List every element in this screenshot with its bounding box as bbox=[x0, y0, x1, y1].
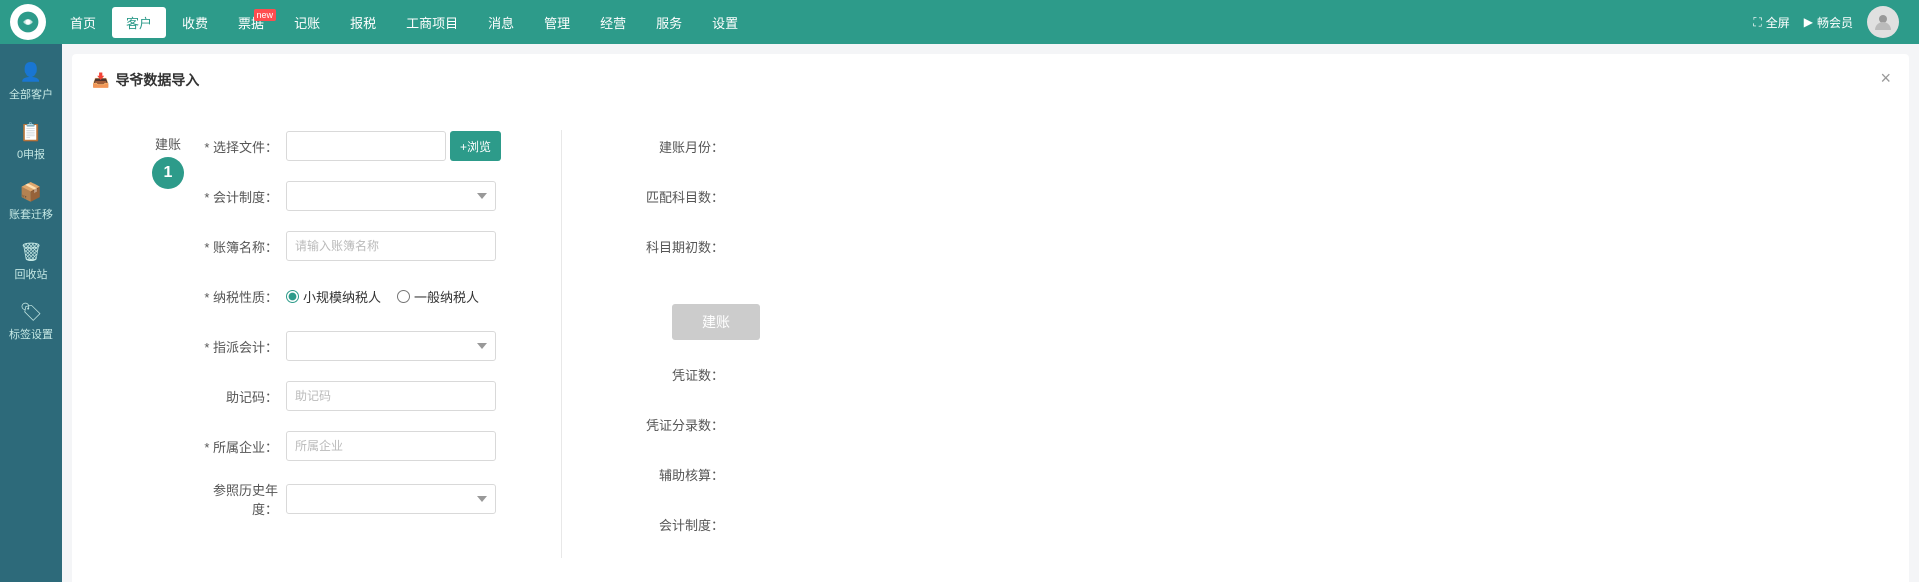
zero-report-icon: 📋 bbox=[20, 122, 42, 143]
tax-type-radio-group: 小规模纳税人 一般纳税人 bbox=[286, 287, 479, 306]
voucher-entries-label: 凭证分录数： bbox=[642, 415, 732, 434]
nav-manage[interactable]: 管理 bbox=[530, 7, 584, 38]
nav-operation[interactable]: 经营 bbox=[586, 7, 640, 38]
voucher-entries-row: 凭证分录数： bbox=[642, 408, 882, 440]
select-file-label: * 选择文件： bbox=[196, 137, 286, 156]
right-accounting-system-row: 会计制度： bbox=[642, 508, 882, 540]
vertical-divider bbox=[561, 130, 562, 558]
tax-general-radio[interactable] bbox=[397, 290, 410, 303]
new-badge: new bbox=[254, 9, 277, 21]
accounting-system-row: * 会计制度： bbox=[196, 180, 501, 212]
nav-customer[interactable]: 客户 bbox=[112, 7, 166, 38]
import-icon: 📥 bbox=[92, 72, 109, 89]
history-year-label: 参照历史年度： bbox=[196, 480, 286, 518]
owner-company-input[interactable] bbox=[286, 431, 496, 461]
nav-settings[interactable]: 设置 bbox=[698, 7, 752, 38]
owner-company-label: * 所属企业： bbox=[196, 437, 286, 456]
memo-code-input[interactable] bbox=[286, 381, 496, 411]
tag-settings-icon: 🏷 bbox=[20, 302, 43, 323]
aux-accounting-label: 辅助核算： bbox=[642, 465, 732, 484]
form-left: * 选择文件： +浏览 * 会计制度： bbox=[196, 130, 501, 536]
nav-service[interactable]: 服务 bbox=[642, 7, 696, 38]
browse-button[interactable]: +浏览 bbox=[450, 131, 501, 161]
ledger-name-input[interactable] bbox=[286, 231, 496, 261]
tax-general[interactable]: 一般纳税人 bbox=[397, 287, 479, 306]
layout: 👤 全部客户 📋 0申报 📦 账套迁移 🗑 回收站 🏷 标签设置 📥 导爷数据导… bbox=[0, 44, 1919, 582]
ledger-name-label: * 账簿名称： bbox=[196, 237, 286, 256]
sidebar-item-tag-settings[interactable]: 🏷 标签设置 bbox=[4, 294, 58, 350]
account-migration-icon: 📦 bbox=[20, 182, 42, 203]
tax-type-row: * 纳税性质： 小规模纳税人 一般纳税人 bbox=[196, 280, 501, 312]
step-circle: 1 bbox=[152, 157, 184, 189]
accounting-system-select[interactable] bbox=[286, 181, 496, 211]
all-customers-icon: 👤 bbox=[20, 62, 42, 83]
assign-accountant-select[interactable] bbox=[286, 331, 496, 361]
nav-items: 首页 客户 收费 票据 new 记账 报税 工商项目 消息 管理 经营 服务 设… bbox=[56, 7, 1753, 38]
history-year-select[interactable] bbox=[286, 484, 496, 514]
page-title: 📥 导爷数据导入 bbox=[92, 70, 1889, 90]
file-input-group: +浏览 bbox=[286, 131, 501, 161]
page-body: 📥 导爷数据导入 × 建账 1 * 选择文件： bbox=[72, 54, 1909, 582]
fullscreen-icon: ⛶ bbox=[1753, 15, 1761, 30]
form-right: 建账月份： 匹配科目数： 科目期初数： 建账 bbox=[642, 130, 882, 558]
sidebar-item-account-migration[interactable]: 📦 账套迁移 bbox=[4, 174, 58, 230]
create-month-label: 建账月份： bbox=[642, 137, 732, 156]
app-logo[interactable] bbox=[10, 4, 46, 40]
tax-small-scale[interactable]: 小规模纳税人 bbox=[286, 287, 381, 306]
close-button[interactable]: × bbox=[1880, 68, 1891, 89]
aux-accounting-row: 辅助核算： bbox=[642, 458, 882, 490]
memo-code-row: 助记码： bbox=[196, 380, 501, 412]
nav-ticket[interactable]: 票据 new bbox=[224, 7, 278, 38]
create-account-button[interactable]: 建账 bbox=[672, 304, 760, 340]
right-accounting-system-label: 会计制度： bbox=[642, 515, 732, 534]
nav-message[interactable]: 消息 bbox=[474, 7, 528, 38]
owner-company-row: * 所属企业： bbox=[196, 430, 501, 462]
tax-type-label: * 纳税性质： bbox=[196, 287, 286, 306]
assign-accountant-row: * 指派会计： bbox=[196, 330, 501, 362]
main-content: 📥 导爷数据导入 × 建账 1 * 选择文件： bbox=[62, 44, 1919, 582]
nav-right: ⛶ 全屏 ▶ 畅会员 bbox=[1753, 6, 1899, 38]
memo-code-label: 助记码： bbox=[196, 387, 286, 406]
match-subjects-label: 匹配科目数： bbox=[642, 187, 732, 206]
tax-small-scale-radio[interactable] bbox=[286, 290, 299, 303]
step-label: 建账 bbox=[155, 134, 181, 153]
member-btn[interactable]: ▶ 畅会员 bbox=[1804, 14, 1853, 31]
sidebar-item-zero-report[interactable]: 📋 0申报 bbox=[4, 114, 58, 170]
match-subjects-row: 匹配科目数： bbox=[642, 180, 882, 212]
fullscreen-btn[interactable]: ⛶ 全屏 bbox=[1753, 14, 1789, 31]
nav-fee[interactable]: 收费 bbox=[168, 7, 222, 38]
nav-home[interactable]: 首页 bbox=[56, 7, 110, 38]
accounting-system-label: * 会计制度： bbox=[196, 187, 286, 206]
subject-initial-label: 科目期初数： bbox=[642, 237, 732, 256]
nav-bookkeeping[interactable]: 记账 bbox=[280, 7, 334, 38]
recycle-icon: 🗑 bbox=[20, 242, 43, 263]
nav-business-project[interactable]: 工商项目 bbox=[392, 7, 472, 38]
top-nav: 首页 客户 收费 票据 new 记账 报税 工商项目 消息 管理 经营 服务 设… bbox=[0, 0, 1919, 44]
subject-initial-row: 科目期初数： bbox=[642, 230, 882, 262]
form-container: 建账 1 * 选择文件： +浏览 bbox=[92, 110, 1889, 578]
user-avatar[interactable] bbox=[1867, 6, 1899, 38]
nav-tax[interactable]: 报税 bbox=[336, 7, 390, 38]
select-file-row: * 选择文件： +浏览 bbox=[196, 130, 501, 162]
voucher-count-label: 凭证数： bbox=[642, 365, 732, 384]
ledger-name-row: * 账簿名称： bbox=[196, 230, 501, 262]
play-icon: ▶ bbox=[1804, 15, 1813, 29]
assign-accountant-label: * 指派会计： bbox=[196, 337, 286, 356]
file-input[interactable] bbox=[286, 131, 446, 161]
create-month-row: 建账月份： bbox=[642, 130, 882, 162]
voucher-count-row: 凭证数： bbox=[642, 358, 882, 390]
sidebar-item-recycle[interactable]: 🗑 回收站 bbox=[4, 234, 58, 290]
history-year-row: 参照历史年度： bbox=[196, 480, 501, 518]
sidebar-item-all-customers[interactable]: 👤 全部客户 bbox=[4, 54, 58, 110]
sidebar: 👤 全部客户 📋 0申报 📦 账套迁移 🗑 回收站 🏷 标签设置 bbox=[0, 44, 62, 582]
